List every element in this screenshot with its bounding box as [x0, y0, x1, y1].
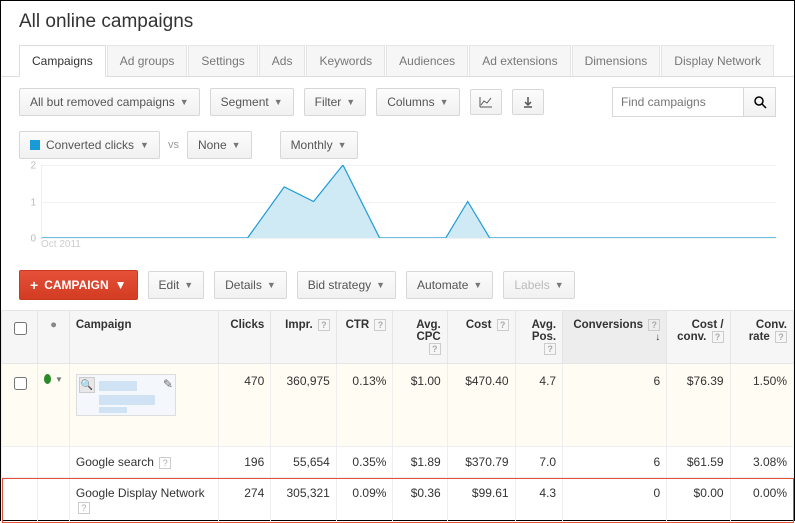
bid-strategy-dropdown[interactable]: Bid strategy▼ — [297, 271, 396, 299]
columns-dropdown[interactable]: Columns▼ — [376, 88, 459, 116]
filter-dropdown[interactable]: Filter▼ — [304, 88, 367, 116]
search-input[interactable] — [613, 89, 743, 115]
table-row[interactable]: Google search ?19655,6540.35%$1.89$370.7… — [2, 447, 794, 478]
pencil-icon[interactable]: ✎ — [163, 377, 173, 391]
campaigns-table: ●CampaignClicksImpr. ?CTR ?Avg. CPC ?Cos… — [1, 310, 794, 523]
segment-dropdown[interactable]: Segment▼ — [210, 88, 294, 116]
help-icon[interactable]: ? — [648, 319, 660, 331]
tab-ads[interactable]: Ads — [259, 45, 306, 76]
col-conv-rate[interactable]: Conv. rate ? — [730, 311, 793, 364]
automate-dropdown[interactable]: Automate▼ — [406, 271, 493, 299]
help-icon[interactable]: ? — [159, 457, 171, 469]
chart-icon-button[interactable] — [470, 89, 502, 115]
tab-ad-groups[interactable]: Ad groups — [107, 45, 188, 76]
campaign-filter-dropdown[interactable]: All but removed campaigns▼ — [19, 88, 200, 116]
details-dropdown[interactable]: Details▼ — [214, 271, 287, 299]
col-blank[interactable]: ● — [38, 311, 70, 364]
tab-campaigns[interactable]: Campaigns — [19, 45, 106, 77]
download-icon-button[interactable] — [512, 89, 544, 115]
main-tabs: CampaignsAd groupsSettingsAdsKeywordsAud… — [1, 45, 794, 77]
page-title: All online campaigns — [1, 1, 794, 39]
tab-ad-extensions[interactable]: Ad extensions — [469, 45, 570, 76]
search-box — [612, 87, 776, 117]
tab-settings[interactable]: Settings — [188, 45, 257, 76]
tab-display-network[interactable]: Display Network — [661, 45, 774, 76]
add-campaign-button[interactable]: +CAMPAIGN▼ — [19, 270, 138, 300]
select-all-checkbox[interactable] — [14, 322, 27, 335]
row-checkbox[interactable] — [14, 377, 27, 390]
metric2-dropdown[interactable]: None▼ — [187, 131, 252, 159]
magnifier-icon[interactable]: 🔍 — [79, 377, 95, 393]
col-avg-pos-[interactable]: Avg. Pos. ? — [515, 311, 563, 364]
help-icon[interactable]: ? — [429, 343, 441, 355]
edit-dropdown[interactable]: Edit▼ — [148, 271, 205, 299]
help-icon[interactable]: ? — [318, 319, 330, 331]
col-impr-[interactable]: Impr. ? — [271, 311, 337, 364]
help-icon[interactable]: ? — [775, 331, 787, 343]
help-icon[interactable]: ? — [712, 331, 724, 343]
help-icon[interactable]: ? — [497, 319, 509, 331]
col-cost-conv-[interactable]: Cost / conv. ? — [667, 311, 730, 364]
campaign-thumb[interactable]: 🔍✎ — [76, 374, 176, 416]
col-campaign[interactable]: Campaign — [69, 311, 218, 364]
table-row[interactable]: ▼🔍✎470360,9750.13%$1.00$470.404.76$76.39… — [2, 364, 794, 447]
tab-audiences[interactable]: Audiences — [386, 45, 468, 76]
chart-area: 2 1 0 — [41, 165, 776, 239]
col-conversions[interactable]: Conversions ? ↓ — [563, 311, 667, 364]
help-icon[interactable]: ? — [78, 502, 90, 514]
status-enabled-icon — [44, 374, 51, 384]
tab-dimensions[interactable]: Dimensions — [572, 45, 661, 76]
metric1-dropdown[interactable]: Converted clicks▼ — [19, 131, 160, 159]
labels-dropdown[interactable]: Labels▼ — [503, 271, 574, 299]
vs-label: vs — [168, 139, 179, 151]
col-clicks[interactable]: Clicks — [219, 311, 271, 364]
search-button[interactable] — [743, 88, 775, 116]
col-blank[interactable] — [2, 311, 38, 364]
granularity-dropdown[interactable]: Monthly▼ — [280, 131, 358, 159]
sort-down-icon: ↓ — [655, 332, 660, 343]
col-ctr[interactable]: CTR ? — [336, 311, 393, 364]
help-icon[interactable]: ? — [374, 319, 386, 331]
chart-xlabel: Oct 2011 — [1, 239, 794, 250]
col-cost[interactable]: Cost ? — [447, 311, 515, 364]
tab-keywords[interactable]: Keywords — [306, 45, 385, 76]
table-row[interactable]: Google Display Network ?274305,3210.09%$… — [2, 478, 794, 523]
help-icon[interactable]: ? — [544, 343, 556, 355]
metric1-color-icon — [30, 140, 40, 150]
col-avg-cpc[interactable]: Avg. CPC ? — [393, 311, 447, 364]
plus-icon: + — [30, 280, 38, 290]
